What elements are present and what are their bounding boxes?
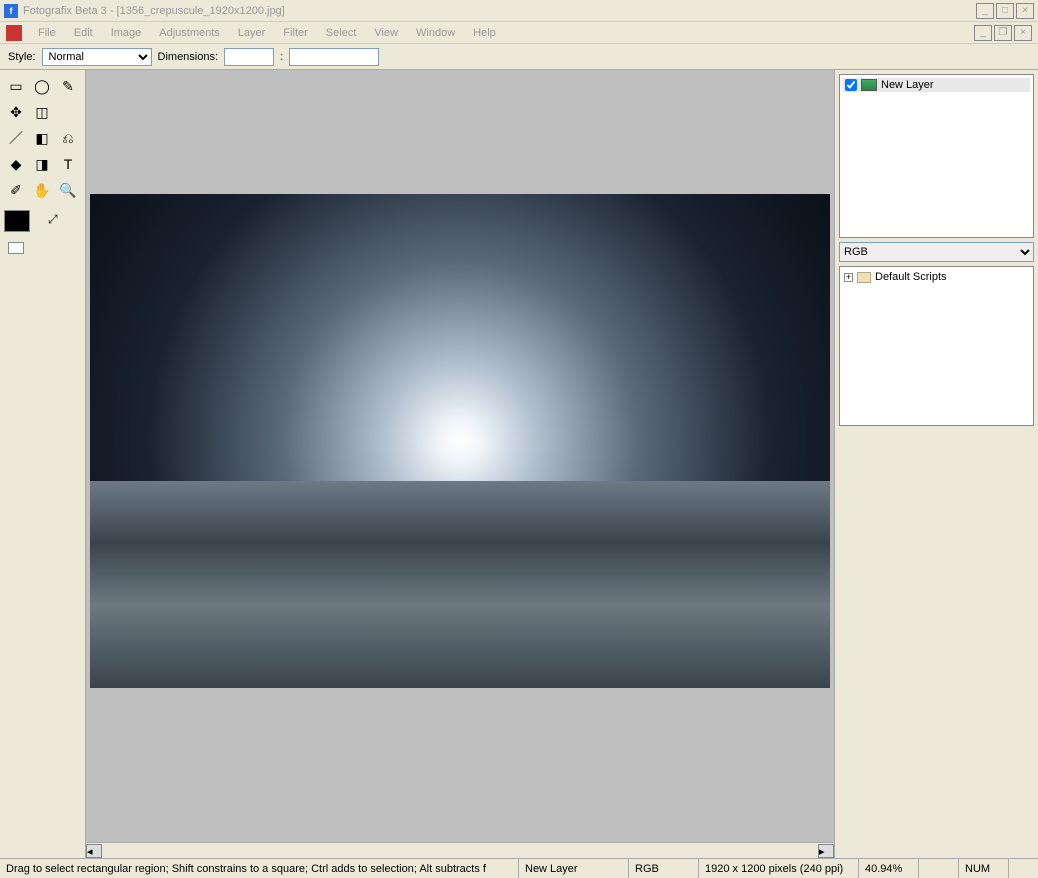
titlebar: f Fotografix Beta 3 - [1356_crepuscule_1… — [0, 0, 1038, 22]
layers-panel: New Layer — [839, 74, 1034, 238]
app-icon: f — [4, 4, 18, 18]
menu-view[interactable]: View — [366, 25, 406, 41]
status-layer: New Layer — [518, 859, 628, 878]
tool-rect-select[interactable]: ▭ — [4, 74, 28, 98]
mdi-controls: _ ❐ × — [974, 25, 1032, 41]
scroll-left-button[interactable]: ◂ — [86, 844, 102, 858]
scripts-root-label: Default Scripts — [875, 271, 947, 283]
tool-clone[interactable]: ⎌ — [56, 126, 80, 150]
tool-brush[interactable]: ／ — [4, 126, 28, 150]
background-color-swatch[interactable] — [8, 242, 24, 254]
tool-bucket[interactable]: ◆ — [4, 152, 28, 176]
dimension-width-input[interactable] — [224, 48, 274, 66]
minimize-button[interactable]: _ — [976, 3, 994, 19]
tool-ellipse-select[interactable]: ◯ — [30, 74, 54, 98]
layer-thumbnail-icon — [861, 79, 877, 91]
scripts-tree-item[interactable]: + Default Scripts — [844, 271, 1029, 283]
tool-zoom[interactable]: 🔍 — [56, 178, 80, 202]
dimension-separator: : — [280, 51, 283, 63]
layer-visibility-checkbox[interactable] — [845, 79, 857, 91]
menu-window[interactable]: Window — [408, 25, 463, 41]
tool-eraser[interactable]: ◧ — [30, 126, 54, 150]
tool-eyedropper[interactable]: ✐ — [4, 178, 28, 202]
dimension-height-input[interactable] — [289, 48, 379, 66]
close-button[interactable]: × — [1016, 3, 1034, 19]
canvas-area: ◂ ▸ — [86, 70, 834, 858]
menu-filter[interactable]: Filter — [275, 25, 315, 41]
window-controls: _ □ × — [976, 3, 1034, 19]
color-mode-select[interactable]: RGB — [839, 242, 1034, 262]
status-empty — [918, 859, 958, 878]
menu-file[interactable]: File — [30, 25, 64, 41]
status-numlock: NUM — [958, 859, 1008, 878]
toolbox: ▭◯✎ ✥◫／◧⎌ ◆◨T ✐✋🔍 ⤢ — [0, 70, 86, 858]
style-select[interactable]: Normal — [42, 48, 152, 66]
menu-select[interactable]: Select — [318, 25, 365, 41]
maximize-button[interactable]: □ — [996, 3, 1014, 19]
right-panel: New Layer RGB + Default Scripts — [834, 70, 1038, 858]
menu-help[interactable]: Help — [465, 25, 504, 41]
layer-name: New Layer — [881, 79, 934, 91]
tool-empty — [56, 100, 80, 124]
scripts-panel: + Default Scripts — [839, 266, 1034, 426]
status-resize-grip[interactable] — [1008, 859, 1038, 878]
document-canvas[interactable] — [90, 194, 830, 688]
color-mode-panel: RGB — [839, 242, 1034, 262]
folder-icon — [857, 272, 871, 283]
canvas-content — [90, 481, 830, 688]
dimensions-label: Dimensions: — [158, 51, 219, 63]
menu-adjustments[interactable]: Adjustments — [151, 25, 228, 41]
tool-crop[interactable]: ◫ — [30, 100, 54, 124]
scroll-right-button[interactable]: ▸ — [818, 844, 834, 858]
style-label: Style: — [8, 51, 36, 63]
menu-edit[interactable]: Edit — [66, 25, 101, 41]
tool-lasso[interactable]: ✎ — [56, 74, 80, 98]
options-bar: Style: Normal Dimensions: : — [0, 44, 1038, 70]
color-swatches: ⤢ — [4, 210, 81, 256]
status-dimensions: 1920 x 1200 pixels (240 ppi) — [698, 859, 858, 878]
tool-gradient[interactable]: ◨ — [30, 152, 54, 176]
tool-hand[interactable]: ✋ — [30, 178, 54, 202]
swap-colors-icon[interactable]: ⤢ — [48, 212, 58, 227]
mdi-restore-button[interactable]: ❐ — [994, 25, 1012, 41]
menu-layer[interactable]: Layer — [230, 25, 274, 41]
status-hint: Drag to select rectangular region; Shift… — [0, 859, 518, 878]
menu-image[interactable]: Image — [103, 25, 150, 41]
layer-row[interactable]: New Layer — [843, 78, 1030, 92]
mdi-minimize-button[interactable]: _ — [974, 25, 992, 41]
tool-text[interactable]: T — [56, 152, 80, 176]
tree-expand-icon[interactable]: + — [844, 273, 853, 282]
status-zoom: 40.94% — [858, 859, 918, 878]
horizontal-scrollbar[interactable]: ◂ ▸ — [86, 842, 834, 858]
menubar: File Edit Image Adjustments Layer Filter… — [0, 22, 1038, 44]
main-area: ▭◯✎ ✥◫／◧⎌ ◆◨T ✐✋🔍 ⤢ ◂ ▸ New Layer RGB — [0, 70, 1038, 858]
window-title: Fotografix Beta 3 - [1356_crepuscule_192… — [23, 5, 976, 17]
status-mode: RGB — [628, 859, 698, 878]
tool-move[interactable]: ✥ — [4, 100, 28, 124]
foreground-color-swatch[interactable] — [4, 210, 30, 232]
document-icon — [6, 25, 22, 41]
statusbar: Drag to select rectangular region; Shift… — [0, 858, 1038, 878]
mdi-close-button[interactable]: × — [1014, 25, 1032, 41]
